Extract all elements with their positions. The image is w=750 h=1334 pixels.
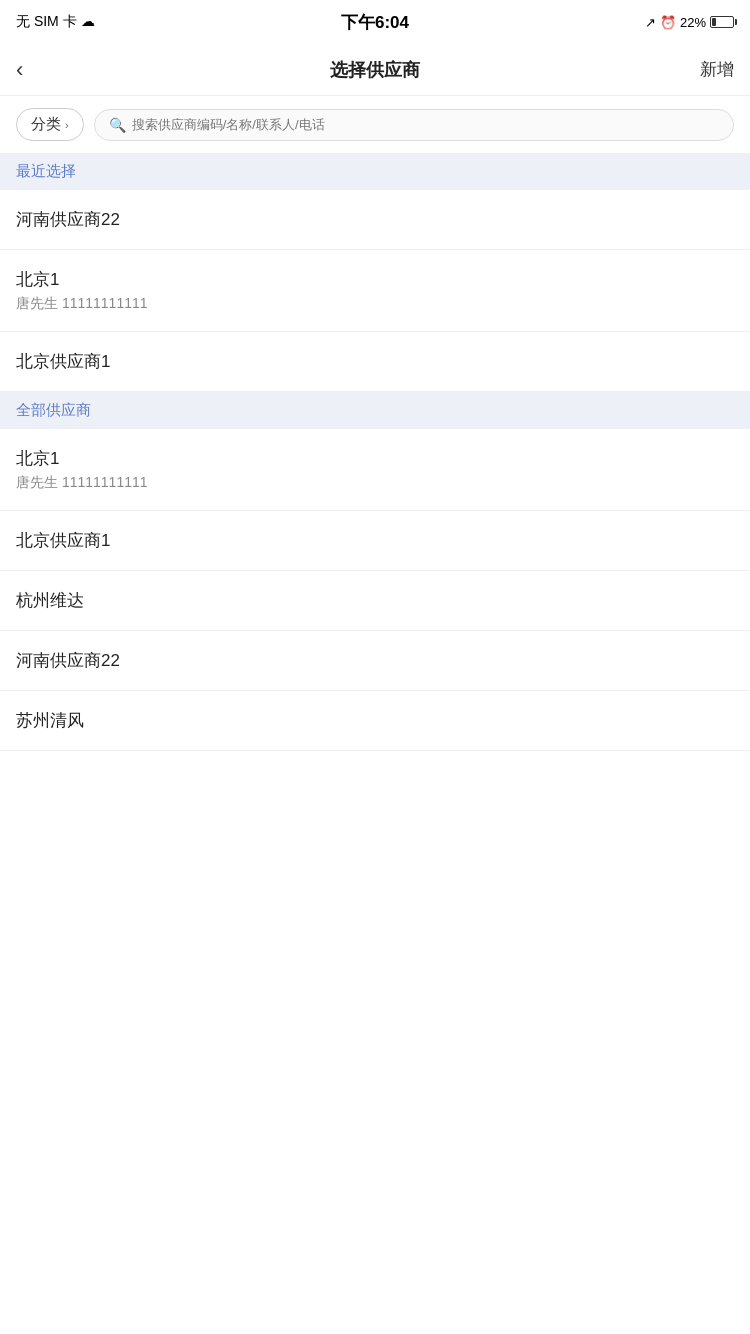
- nav-bar: ‹ 选择供应商 新增: [0, 44, 750, 96]
- status-time: 下午6:04: [341, 11, 409, 34]
- recent-section-label: 最近选择: [16, 162, 76, 179]
- status-right: ↗ ⏰ 22%: [645, 15, 734, 30]
- list-item[interactable]: 河南供应商22: [0, 631, 750, 691]
- all-section-header: 全部供应商: [0, 392, 750, 429]
- recent-section-header: 最近选择: [0, 153, 750, 190]
- battery-icon: [710, 16, 734, 28]
- recent-list: 河南供应商22 北京1 唐先生 11111111111 北京供应商1: [0, 190, 750, 392]
- item-name: 北京供应商1: [16, 529, 734, 552]
- list-item[interactable]: 苏州清风: [0, 691, 750, 751]
- item-sub: 唐先生 11111111111: [16, 474, 734, 492]
- search-input[interactable]: [132, 117, 719, 132]
- all-list: 北京1 唐先生 11111111111 北京供应商1 杭州维达 河南供应商22 …: [0, 429, 750, 751]
- item-name: 河南供应商22: [16, 649, 734, 672]
- page-title: 选择供应商: [330, 58, 420, 82]
- location-icon: ↗: [645, 15, 656, 30]
- search-icon: 🔍: [109, 117, 126, 133]
- all-section-label: 全部供应商: [16, 401, 91, 418]
- category-button[interactable]: 分类 ›: [16, 108, 84, 141]
- item-name: 杭州维达: [16, 589, 734, 612]
- item-sub: 唐先生 11111111111: [16, 295, 734, 313]
- list-item[interactable]: 杭州维达: [0, 571, 750, 631]
- list-item[interactable]: 北京供应商1: [0, 332, 750, 392]
- filter-bar: 分类 › 🔍: [0, 96, 750, 153]
- chevron-icon: ›: [65, 119, 69, 131]
- item-name: 河南供应商22: [16, 208, 734, 231]
- item-name: 北京供应商1: [16, 350, 734, 373]
- item-name: 苏州清风: [16, 709, 734, 732]
- add-button[interactable]: 新增: [700, 58, 734, 81]
- list-item[interactable]: 河南供应商22: [0, 190, 750, 250]
- search-box[interactable]: 🔍: [94, 109, 734, 141]
- back-button[interactable]: ‹: [8, 49, 31, 91]
- status-left: 无 SIM 卡 ☁: [16, 13, 95, 31]
- item-name: 北京1: [16, 447, 734, 470]
- category-label: 分类: [31, 115, 61, 134]
- battery-percent: 22%: [680, 15, 706, 30]
- list-item[interactable]: 北京1 唐先生 11111111111: [0, 429, 750, 511]
- alarm-icon: ⏰: [660, 15, 676, 30]
- list-item[interactable]: 北京供应商1: [0, 511, 750, 571]
- item-name: 北京1: [16, 268, 734, 291]
- list-item[interactable]: 北京1 唐先生 11111111111: [0, 250, 750, 332]
- status-bar: 无 SIM 卡 ☁ 下午6:04 ↗ ⏰ 22%: [0, 0, 750, 44]
- sim-status: 无 SIM 卡 ☁: [16, 13, 95, 31]
